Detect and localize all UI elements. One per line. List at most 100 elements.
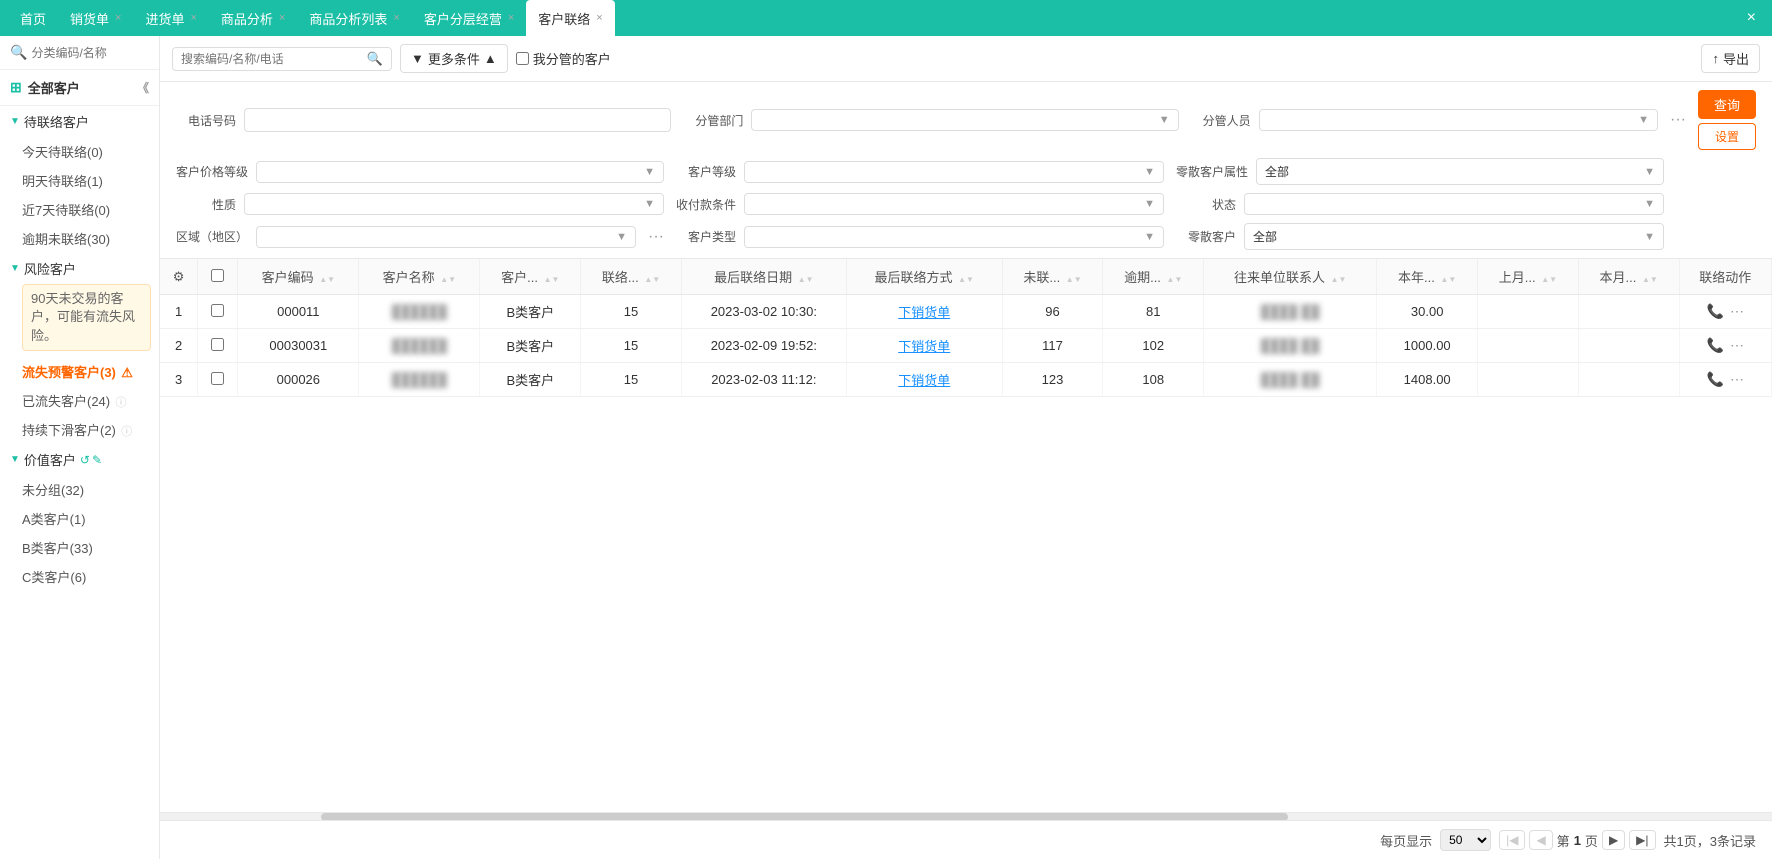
sidebar-item-today[interactable]: 今天待联络(0) (0, 137, 159, 166)
sidebar-item-tomorrow[interactable]: 明天待联络(1) (0, 166, 159, 195)
sidebar-item-churned[interactable]: 已流失客户(24) ⓘ (0, 386, 159, 415)
table-row: 2 00030031 ██████ B类客户 15 2023-02-09 19:… (160, 329, 1772, 363)
sidebar-group-value[interactable]: ▼ 价值客户 ↺ ✎ (0, 444, 159, 475)
cell-name-1: ██████ (359, 329, 480, 363)
sidebar-item-class-a[interactable]: A类客户(1) (0, 504, 159, 533)
edit-icon-value[interactable]: ✎ (92, 453, 102, 467)
filter-row-2: 客户价格等级 ▼ 客户等级 ▼ 零散客户属性 全部 (176, 158, 1756, 185)
col-type[interactable]: 客户... ▲▼ (480, 259, 581, 295)
filter-retail-attr-select[interactable]: 全部 ▼ (1256, 158, 1664, 185)
tab-product-list[interactable]: 商品分析列表 × (297, 0, 411, 36)
sidebar-item-overdue[interactable]: 逾期未联络(30) (0, 224, 159, 253)
tab-product-analysis[interactable]: 商品分析 × (209, 0, 297, 36)
my-customers-checkbox-label[interactable]: 我分管的客户 (516, 49, 611, 68)
col-contact-person[interactable]: 往来单位联系人 ▲▼ (1204, 259, 1377, 295)
col-not-contacted[interactable]: 未联... ▲▼ (1002, 259, 1103, 295)
filter-price-level-label: 客户价格等级 (176, 163, 248, 180)
horizontal-scrollbar[interactable] (160, 812, 1772, 820)
filter-retail-customer-select[interactable]: 全部 ▼ (1244, 223, 1664, 250)
filter-price-level-select[interactable]: ▼ (256, 161, 664, 183)
last-method-link-2[interactable]: 下销货单 (898, 373, 950, 388)
my-customers-checkbox[interactable] (516, 52, 529, 65)
sort-last-date: ▲▼ (798, 275, 814, 284)
col-overdue[interactable]: 逾期... ▲▼ (1103, 259, 1204, 295)
select-all-checkbox[interactable] (211, 269, 224, 282)
filter-manager-select[interactable]: ▼ (1259, 109, 1658, 131)
query-button[interactable]: 查询 (1698, 90, 1756, 119)
cell-last-method-2[interactable]: 下销货单 (846, 363, 1002, 397)
col-this-month[interactable]: 本月... ▲▼ (1578, 259, 1679, 295)
prev-page-button[interactable]: ◀ (1529, 830, 1552, 850)
filter-manager-more[interactable]: ··· (1670, 111, 1686, 129)
tab-customer-contact[interactable]: 客户联络 × (526, 0, 614, 36)
action-more-1[interactable]: ⋯ (1730, 337, 1744, 354)
filter-dept-select[interactable]: ▼ (751, 109, 1178, 131)
chevron-customer-type: ▼ (1144, 231, 1155, 243)
export-button[interactable]: ↑ 导出 (1701, 44, 1760, 73)
cell-last-method-1[interactable]: 下销货单 (846, 329, 1002, 363)
sidebar-all-customers[interactable]: ⊞ 全部客户 《 (0, 70, 159, 106)
customer-table: ⚙ 客户编码 ▲▼ 客户名称 ▲▼ 客户... ▲▼ 联络... ▲▼ 最后联络… (160, 259, 1772, 397)
more-conditions-button[interactable]: ▼ 更多条件 ▲ (400, 44, 508, 73)
col-last-method[interactable]: 最后联络方式 ▲▼ (846, 259, 1002, 295)
action-phone-1[interactable]: 📞 (1707, 337, 1724, 354)
close-tab-customer-contact[interactable]: × (596, 12, 602, 24)
filter-region-select[interactable]: ▼ (256, 226, 636, 248)
row-checkbox-2[interactable] (211, 372, 224, 385)
col-last-date[interactable]: 最后联络日期 ▲▼ (681, 259, 846, 295)
col-this-year[interactable]: 本年... ▲▼ (1377, 259, 1478, 295)
sidebar-item-7days[interactable]: 近7天待联络(0) (0, 195, 159, 224)
col-settings[interactable]: ⚙ (160, 259, 198, 295)
col-last-month[interactable]: 上月... ▲▼ (1478, 259, 1579, 295)
col-code[interactable]: 客户编码 ▲▼ (238, 259, 359, 295)
filter-region-more[interactable]: ··· (648, 228, 664, 246)
sidebar-search-input[interactable] (31, 46, 149, 60)
settings-button[interactable]: 设置 (1698, 123, 1756, 150)
tab-sales[interactable]: 销货单 × (58, 0, 133, 36)
close-tab-product-analysis[interactable]: × (279, 12, 285, 24)
first-page-button[interactable]: |◀ (1499, 830, 1525, 850)
cell-last-month-2 (1478, 363, 1579, 397)
filter-customer-grade-select[interactable]: ▼ (744, 161, 1164, 183)
filter-nature-select[interactable]: ▼ (244, 193, 664, 215)
close-tab-sales[interactable]: × (115, 12, 121, 24)
col-contact[interactable]: 联络... ▲▼ (581, 259, 682, 295)
sidebar-item-declining[interactable]: 持续下滑客户(2) ⓘ (0, 415, 159, 444)
last-method-link-0[interactable]: 下销货单 (898, 305, 950, 320)
close-tab-customer-segment[interactable]: × (508, 12, 514, 24)
col-name[interactable]: 客户名称 ▲▼ (359, 259, 480, 295)
filter-status-select[interactable]: ▼ (1244, 193, 1664, 215)
sidebar-item-class-c[interactable]: C类客户(6) (0, 562, 159, 591)
sidebar-group-pending[interactable]: ▼ 待联络客户 (0, 106, 159, 137)
filter-payment-select[interactable]: ▼ (744, 193, 1164, 215)
action-more-0[interactable]: ⋯ (1730, 303, 1744, 320)
filter-status-label: 状态 (1176, 196, 1236, 213)
action-more-2[interactable]: ⋯ (1730, 371, 1744, 388)
row-checkbox-0[interactable] (211, 304, 224, 317)
close-all-button[interactable]: × (1739, 9, 1764, 27)
tab-customer-segment[interactable]: 客户分层经营 × (412, 0, 526, 36)
sidebar-item-churn-warning[interactable]: 流失预警客户(3) ⚠ (0, 357, 159, 386)
action-phone-2[interactable]: 📞 (1707, 371, 1724, 388)
sidebar-item-class-b[interactable]: B类客户(33) (0, 533, 159, 562)
refresh-icon-value[interactable]: ↺ (80, 453, 90, 467)
filter-phone-input[interactable] (244, 108, 671, 132)
sidebar-item-ungroup[interactable]: 未分组(32) (0, 475, 159, 504)
close-tab-product-list[interactable]: × (393, 12, 399, 24)
tab-home[interactable]: 首页 (8, 0, 58, 36)
action-phone-0[interactable]: 📞 (1707, 303, 1724, 320)
close-tab-purchase[interactable]: × (190, 12, 196, 24)
filter-dept: 分管部门 ▼ (683, 109, 1178, 131)
last-method-link-1[interactable]: 下销货单 (898, 339, 950, 354)
cell-last-method-0[interactable]: 下销货单 (846, 295, 1002, 329)
toolbar-search-icon[interactable]: 🔍 (367, 51, 383, 67)
toolbar-search-input[interactable] (181, 52, 363, 66)
tab-purchase[interactable]: 进货单 × (133, 0, 208, 36)
sidebar-group-risk[interactable]: ▼ 风险客户 (0, 253, 159, 284)
per-page-select[interactable]: 50 20 100 (1440, 829, 1491, 851)
table-container[interactable]: ⚙ 客户编码 ▲▼ 客户名称 ▲▼ 客户... ▲▼ 联络... ▲▼ 最后联络… (160, 259, 1772, 812)
row-checkbox-1[interactable] (211, 338, 224, 351)
last-page-button[interactable]: ▶| (1629, 830, 1655, 850)
next-page-button[interactable]: ▶ (1602, 830, 1625, 850)
filter-customer-type-select[interactable]: ▼ (744, 226, 1164, 248)
